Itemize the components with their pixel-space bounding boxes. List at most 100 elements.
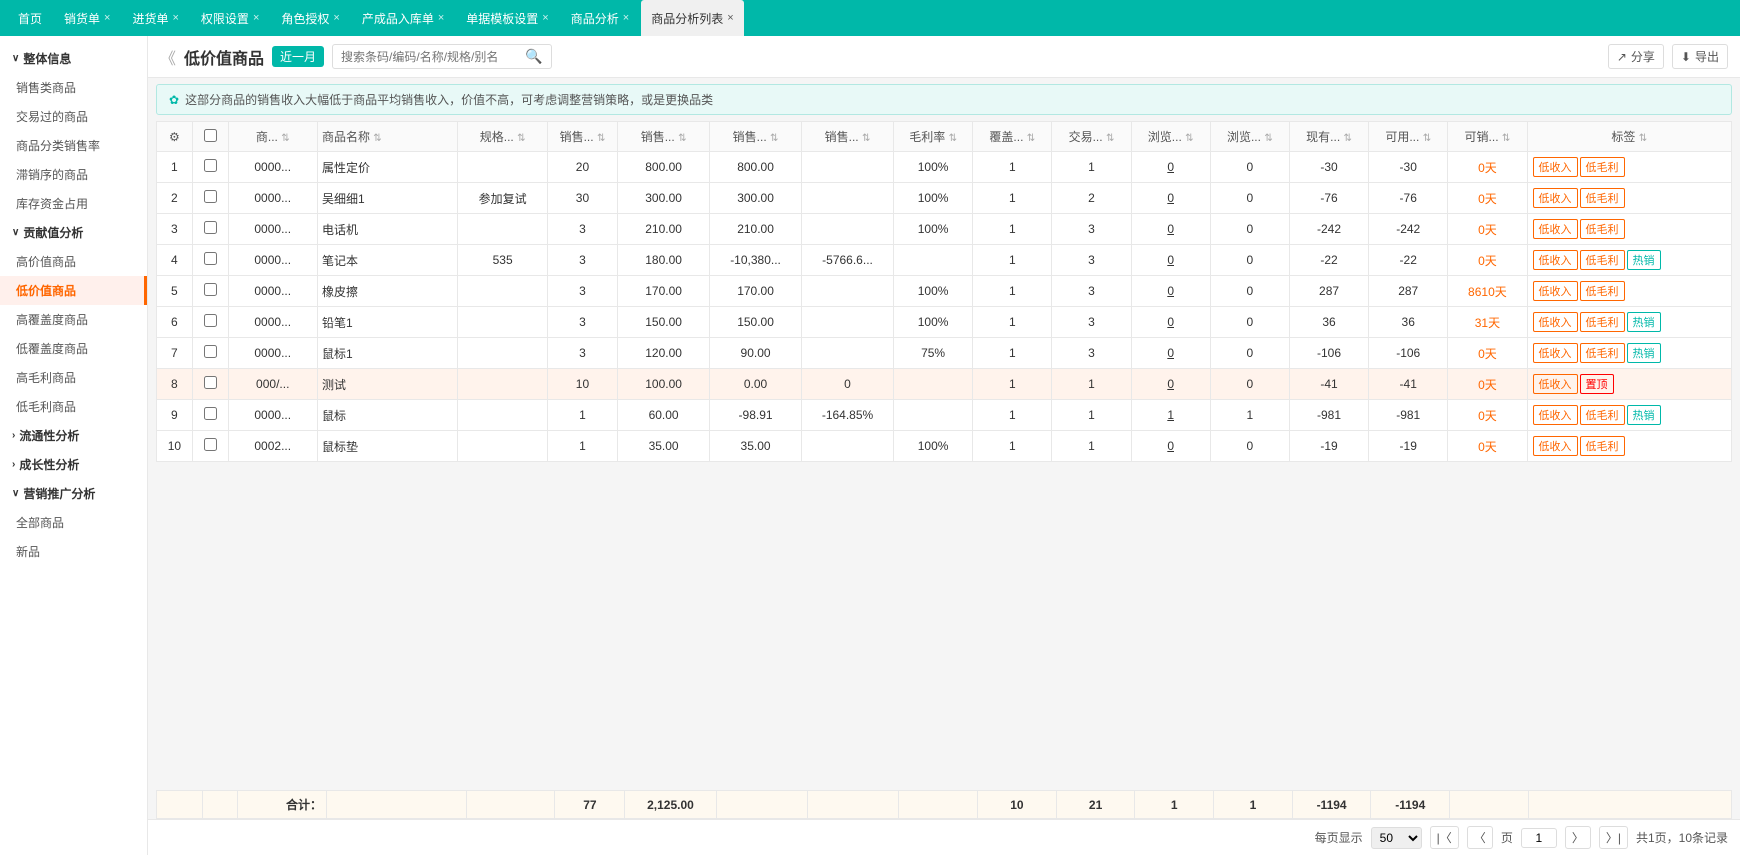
- sidebar-group-marketing[interactable]: ∨ 营销推广分析: [0, 479, 147, 508]
- sidebar-item-low-coverage[interactable]: 低覆盖度商品: [0, 334, 147, 363]
- nav-analysis[interactable]: 商品分析 ×: [561, 0, 639, 36]
- tag-low: 低收入: [1533, 343, 1578, 363]
- th-cover[interactable]: 覆盖... ⇅: [973, 122, 1052, 152]
- select-all-checkbox[interactable]: [204, 129, 217, 142]
- sidebar-item-new-goods[interactable]: 新品: [0, 537, 147, 566]
- browse1-link[interactable]: 0: [1167, 315, 1174, 329]
- tag-low: 低毛利: [1580, 436, 1625, 456]
- per-page-select[interactable]: 50 100 200: [1371, 827, 1422, 849]
- th-amt1[interactable]: 销售... ⇅: [618, 122, 710, 152]
- export-button[interactable]: ⬇ 导出: [1672, 44, 1728, 69]
- sidebar-item-traded-goods[interactable]: 交易过的商品: [0, 102, 147, 131]
- sidebar-group-overview[interactable]: ∨ 整体信息: [0, 44, 147, 73]
- browse1-link[interactable]: 0: [1167, 377, 1174, 391]
- search-input[interactable]: [341, 50, 521, 64]
- browse1-link[interactable]: 0: [1167, 284, 1174, 298]
- browse1-link[interactable]: 0: [1167, 439, 1174, 453]
- row-checkbox-cell: [192, 183, 228, 214]
- row-checkbox[interactable]: [204, 314, 217, 327]
- nav-products[interactable]: 产成品入库单 ×: [352, 0, 454, 36]
- th-gear[interactable]: ⚙: [157, 122, 193, 152]
- sidebar-collapse-btn[interactable]: 《: [160, 45, 176, 69]
- th-amt3[interactable]: 销售... ⇅: [802, 122, 894, 152]
- browse1-link[interactable]: 0: [1167, 253, 1174, 267]
- page-input[interactable]: [1521, 828, 1557, 848]
- browse1-link[interactable]: 0: [1167, 346, 1174, 360]
- row-checkbox[interactable]: [204, 438, 217, 451]
- nav-close-templates[interactable]: ×: [542, 12, 548, 24]
- sidebar-item-all-goods[interactable]: 全部商品: [0, 508, 147, 537]
- row-checkbox[interactable]: [204, 159, 217, 172]
- row-checkbox[interactable]: [204, 190, 217, 203]
- nav-home[interactable]: 首页: [8, 0, 52, 36]
- days-value: 0天: [1478, 347, 1497, 361]
- sidebar-item-low-gross[interactable]: 低毛利商品: [0, 392, 147, 421]
- nav-templates[interactable]: 单据模板设置 ×: [456, 0, 558, 36]
- row-checkbox[interactable]: [204, 345, 217, 358]
- th-tags[interactable]: 标签 ⇅: [1527, 122, 1732, 152]
- sidebar-item-slow-goods[interactable]: 滞销序的商品: [0, 160, 147, 189]
- th-checkbox[interactable]: [192, 122, 228, 152]
- sidebar-item-inventory-funds[interactable]: 库存资金占用: [0, 189, 147, 218]
- last-page-btn[interactable]: 〉|: [1599, 826, 1628, 849]
- sidebar-group-growth[interactable]: › 成长性分析: [0, 450, 147, 479]
- share-button[interactable]: ↗ 分享: [1608, 44, 1664, 69]
- sidebar-item-high-value[interactable]: 高价值商品: [0, 247, 147, 276]
- th-avail[interactable]: 可用... ⇅: [1369, 122, 1448, 152]
- nav-close-analysis[interactable]: ×: [623, 12, 629, 24]
- sidebar-item-low-value[interactable]: 低价值商品: [0, 276, 147, 305]
- th-name[interactable]: 商品名称 ⇅: [317, 122, 458, 152]
- nav-close-purchase[interactable]: ×: [172, 12, 178, 24]
- row-name: 吴细细1: [317, 183, 458, 214]
- row-checkbox[interactable]: [204, 283, 217, 296]
- nav-sales[interactable]: 销货单 ×: [54, 0, 120, 36]
- period-tag[interactable]: 近一月: [272, 46, 324, 67]
- th-sellable[interactable]: 可销... ⇅: [1448, 122, 1527, 152]
- nav-analysis-list[interactable]: 商品分析列表 ×: [641, 0, 743, 36]
- browse1-link[interactable]: 0: [1167, 191, 1174, 205]
- first-page-btn[interactable]: |〈: [1430, 826, 1459, 849]
- th-browse1[interactable]: 浏览... ⇅: [1131, 122, 1210, 152]
- notice-text: 这部分商品的销售收入大幅低于商品平均销售收入，价值不高，可考虑调整营销策略，或是…: [185, 91, 713, 108]
- nav-roles[interactable]: 角色授权 ×: [271, 0, 349, 36]
- th-trade[interactable]: 交易... ⇅: [1052, 122, 1131, 152]
- sidebar-group-contribution[interactable]: ∨ 贡献值分析: [0, 218, 147, 247]
- sidebar-item-sales-goods[interactable]: 销售类商品: [0, 73, 147, 102]
- row-checkbox[interactable]: [204, 376, 217, 389]
- th-qty[interactable]: 销售... ⇅: [547, 122, 617, 152]
- nav-close-permissions[interactable]: ×: [253, 12, 259, 24]
- sidebar-item-high-coverage[interactable]: 高覆盖度商品: [0, 305, 147, 334]
- row-checkbox-cell: [192, 152, 228, 183]
- nav-purchase[interactable]: 进货单 ×: [122, 0, 188, 36]
- tag-hot: 热销: [1627, 343, 1661, 363]
- row-checkbox[interactable]: [204, 407, 217, 420]
- table-row: 50000...橡皮擦3170.00170.00100%130028728786…: [157, 276, 1732, 307]
- th-gross[interactable]: 毛利率 ⇅: [894, 122, 973, 152]
- nav-close-analysis-list[interactable]: ×: [727, 12, 733, 24]
- footer: 每页显示 50 100 200 |〈 〈 页 〉 〉| 共1页，10条记录: [148, 819, 1740, 855]
- row-checkbox[interactable]: [204, 221, 217, 234]
- search-icon[interactable]: 🔍: [525, 48, 542, 65]
- sidebar-item-category-sales-rate[interactable]: 商品分类销售率: [0, 131, 147, 160]
- nav-close-roles[interactable]: ×: [333, 12, 339, 24]
- nav-close-sales[interactable]: ×: [104, 12, 110, 24]
- row-checkbox[interactable]: [204, 252, 217, 265]
- nav-close-products[interactable]: ×: [438, 12, 444, 24]
- browse1-link[interactable]: 0: [1167, 160, 1174, 174]
- sidebar-item-high-gross[interactable]: 高毛利商品: [0, 363, 147, 392]
- sidebar-group-circulation[interactable]: › 流通性分析: [0, 421, 147, 450]
- days-value: 0天: [1478, 161, 1497, 175]
- th-code[interactable]: 商... ⇅: [228, 122, 317, 152]
- th-now[interactable]: 现有... ⇅: [1289, 122, 1368, 152]
- th-spec[interactable]: 规格... ⇅: [458, 122, 547, 152]
- days-value: 0天: [1478, 223, 1497, 237]
- th-browse2[interactable]: 浏览... ⇅: [1210, 122, 1289, 152]
- prev-page-btn[interactable]: 〈: [1467, 826, 1493, 849]
- tag-hot: 热销: [1627, 405, 1661, 425]
- next-page-btn[interactable]: 〉: [1565, 826, 1591, 849]
- nav-permissions[interactable]: 权限设置 ×: [191, 0, 269, 36]
- row-checkbox-cell: [192, 431, 228, 462]
- browse1-link[interactable]: 1: [1167, 408, 1174, 422]
- browse1-link[interactable]: 0: [1167, 222, 1174, 236]
- th-amt2[interactable]: 销售... ⇅: [710, 122, 802, 152]
